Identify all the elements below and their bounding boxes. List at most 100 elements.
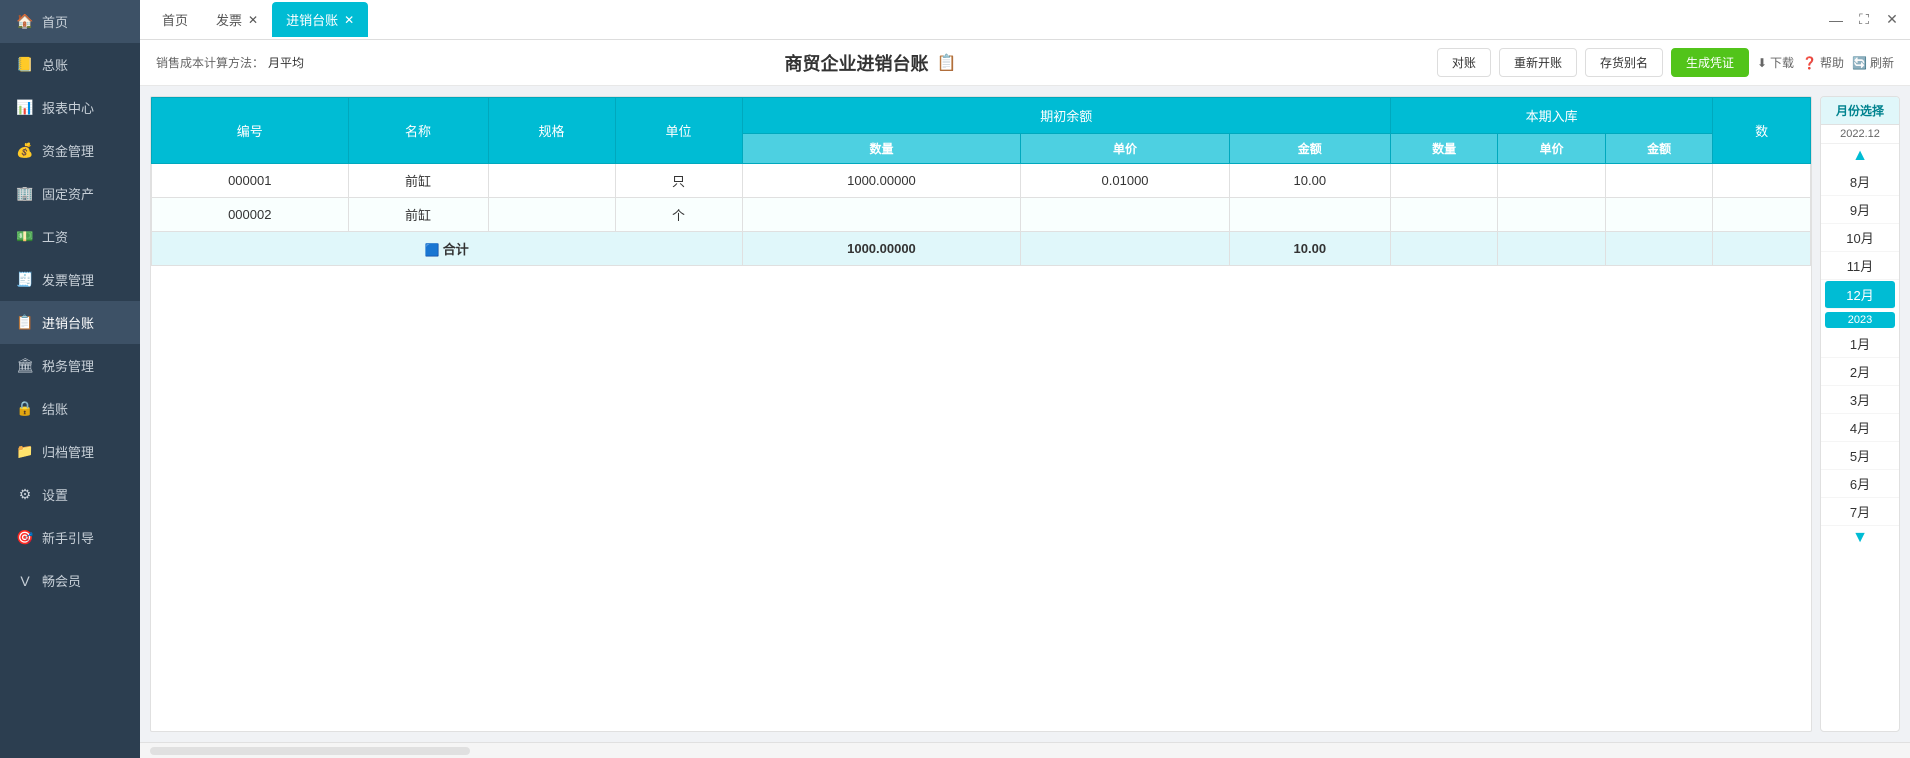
sidebar-item-close[interactable]: 🔒 结账: [0, 387, 140, 430]
tab-invoice[interactable]: 发票✕: [202, 2, 272, 37]
month-item-10月[interactable]: 10月: [1821, 224, 1899, 252]
month-panel[interactable]: 月份选择 2022.12 ▲ 8月9月10月11月12月20231月2月3月4月…: [1820, 96, 1900, 732]
month-item-2月[interactable]: 2月: [1821, 358, 1899, 386]
ledger-icon: 📒: [16, 56, 34, 74]
main-table-area[interactable]: 编号 名称 规格 单位 期初余额 本期入库 数 数量 单价 金额 数: [150, 96, 1812, 732]
sidebar-item-invoice-mgmt[interactable]: 🧾发票管理: [0, 258, 140, 301]
cost-method-value: 月平均: [268, 54, 304, 71]
tab-close-purchase-sale[interactable]: ✕: [344, 13, 354, 27]
month-scroll-up[interactable]: ▲: [1821, 144, 1899, 168]
reopen-button[interactable]: 重新开账: [1499, 48, 1577, 77]
col-opening-balance: 期初余额: [742, 98, 1390, 134]
tab-close-invoice[interactable]: ✕: [248, 13, 258, 27]
bottom-bar: [140, 742, 1910, 758]
sidebar-item-payroll[interactable]: 💵 工资: [0, 215, 140, 258]
table-header-row: 编号 名称 规格 单位 期初余额 本期入库 数: [152, 98, 1811, 134]
tab-label-home: 首页: [162, 10, 188, 29]
cell-more: [1713, 164, 1811, 198]
minimize-button[interactable]: —: [1826, 10, 1846, 30]
cell-more: [1713, 198, 1811, 232]
cell-ob-amount: 10.00: [1229, 164, 1390, 198]
help-button[interactable]: ❓ 帮助: [1802, 54, 1844, 71]
total-in-price: [1498, 232, 1605, 266]
sidebar-item-settings[interactable]: ⚙设置: [0, 473, 140, 516]
close-button[interactable]: ✕: [1882, 10, 1902, 30]
page-content: 销售成本计算方法： 月平均 商贸企业进销台账 📋 对账 重新开账 存货别名 生成…: [140, 40, 1910, 758]
sidebar-label-payroll: 工资: [42, 227, 68, 246]
month-item-11月[interactable]: 11月: [1821, 252, 1899, 280]
download-button[interactable]: ⬇ 下载: [1757, 54, 1794, 71]
tab-home[interactable]: 首页: [148, 2, 202, 37]
sidebar-item-home[interactable]: 🏠首页: [0, 0, 140, 43]
month-item-1月[interactable]: 1月: [1821, 330, 1899, 358]
sidebar-item-ledger[interactable]: 📒 总账: [0, 43, 140, 86]
table-row[interactable]: 000002 前缸 个: [152, 198, 1811, 232]
sidebar-item-reports[interactable]: 📊报表中心: [0, 86, 140, 129]
title-icon: 📋: [937, 53, 957, 73]
col-code: 编号: [152, 98, 349, 164]
sidebar-label-finance: 资金管理: [42, 141, 94, 160]
sub-header: 销售成本计算方法： 月平均 商贸企业进销台账 📋 对账 重新开账 存货别名 生成…: [140, 40, 1910, 86]
maximize-button[interactable]: ⛶: [1854, 10, 1874, 30]
sidebar-label-close: 结账: [42, 399, 68, 418]
generate-voucher-button[interactable]: 生成凭证: [1671, 48, 1749, 77]
save-alias-button[interactable]: 存货别名: [1585, 48, 1663, 77]
sub-col-in-amount: 金额: [1605, 134, 1712, 164]
main-area: 首页发票✕进销台账✕ — ⛶ ✕ 销售成本计算方法： 月平均 商贸企业进销台账 …: [140, 0, 1910, 758]
sidebar-label-tax: 税务管理: [42, 356, 94, 375]
sidebar-item-assets[interactable]: 🏢固定资产: [0, 172, 140, 215]
sidebar: 🏠首页📒总账📊报表中心💰资金管理🏢固定资产💵工资🧾发票管理📋进销台账🏛税务管理🔒…: [0, 0, 140, 758]
total-row: 🟦合计 1000.00000 10.00: [152, 232, 1811, 266]
sidebar-item-vip[interactable]: V畅会员: [0, 559, 140, 602]
sub-col-in-qty: 数量: [1390, 134, 1497, 164]
cell-name: 前缸: [348, 198, 488, 232]
sidebar-label-guide: 新手引导: [42, 528, 94, 547]
col-name: 名称: [348, 98, 488, 164]
cell-ob-qty: [742, 198, 1021, 232]
cell-name: 前缸: [348, 164, 488, 198]
sub-col-ob-amount: 金额: [1229, 134, 1390, 164]
sidebar-item-guide[interactable]: 🎯新手引导: [0, 516, 140, 559]
purchase-sale-icon: 📋: [16, 314, 34, 332]
total-ob-qty: 1000.00000: [742, 232, 1021, 266]
month-item-12月[interactable]: 12月: [1825, 281, 1895, 309]
sub-col-ob-price: 单价: [1021, 134, 1229, 164]
month-item-5月[interactable]: 5月: [1821, 442, 1899, 470]
cell-spec: [488, 164, 615, 198]
archive-icon: 📁: [16, 443, 34, 461]
download-icon: ⬇: [1757, 56, 1767, 70]
tab-purchase-sale[interactable]: 进销台账✕: [272, 2, 368, 37]
total-in-qty: [1390, 232, 1497, 266]
month-item-8月[interactable]: 8月: [1821, 168, 1899, 196]
total-in-amount: [1605, 232, 1712, 266]
month-item-3月[interactable]: 3月: [1821, 386, 1899, 414]
table-row[interactable]: 000001 前缸 只 1000.00000 0.01000 10.00: [152, 164, 1811, 198]
month-item-7月[interactable]: 7月: [1821, 498, 1899, 526]
sidebar-label-purchase-sale: 进销台账: [42, 313, 94, 332]
toolbar-buttons: 对账 重新开账 存货别名 生成凭证 ⬇ 下载 ❓ 帮助 🔄 刷新: [1437, 48, 1894, 77]
month-item-9月[interactable]: 9月: [1821, 196, 1899, 224]
cell-ob-price: [1021, 198, 1229, 232]
payroll-icon: 💵: [16, 228, 34, 246]
sub-col-ob-qty: 数量: [742, 134, 1021, 164]
sidebar-item-purchase-sale[interactable]: 📋 进销台账: [0, 301, 140, 344]
cell-spec: [488, 198, 615, 232]
month-item-4月[interactable]: 4月: [1821, 414, 1899, 442]
sidebar-item-finance[interactable]: 💰资金管理: [0, 129, 140, 172]
reconcile-button[interactable]: 对账: [1437, 48, 1491, 77]
sidebar-label-ledger: 总账: [42, 55, 68, 74]
month-panel-title: 月份选择: [1821, 97, 1899, 125]
month-scroll-down[interactable]: ▼: [1821, 526, 1899, 550]
cell-in-qty: [1390, 198, 1497, 232]
col-more: 数: [1713, 98, 1811, 164]
month-item-6月[interactable]: 6月: [1821, 470, 1899, 498]
sidebar-label-home: 首页: [42, 12, 68, 31]
sidebar-item-archive[interactable]: 📁归档管理: [0, 430, 140, 473]
refresh-button[interactable]: 🔄 刷新: [1852, 54, 1894, 71]
cell-unit: 只: [615, 164, 742, 198]
sidebar-item-tax[interactable]: 🏛税务管理: [0, 344, 140, 387]
cell-in-amount: [1605, 164, 1712, 198]
close-icon: 🔒: [16, 400, 34, 418]
cell-ob-price: 0.01000: [1021, 164, 1229, 198]
scroll-track[interactable]: [150, 747, 470, 755]
